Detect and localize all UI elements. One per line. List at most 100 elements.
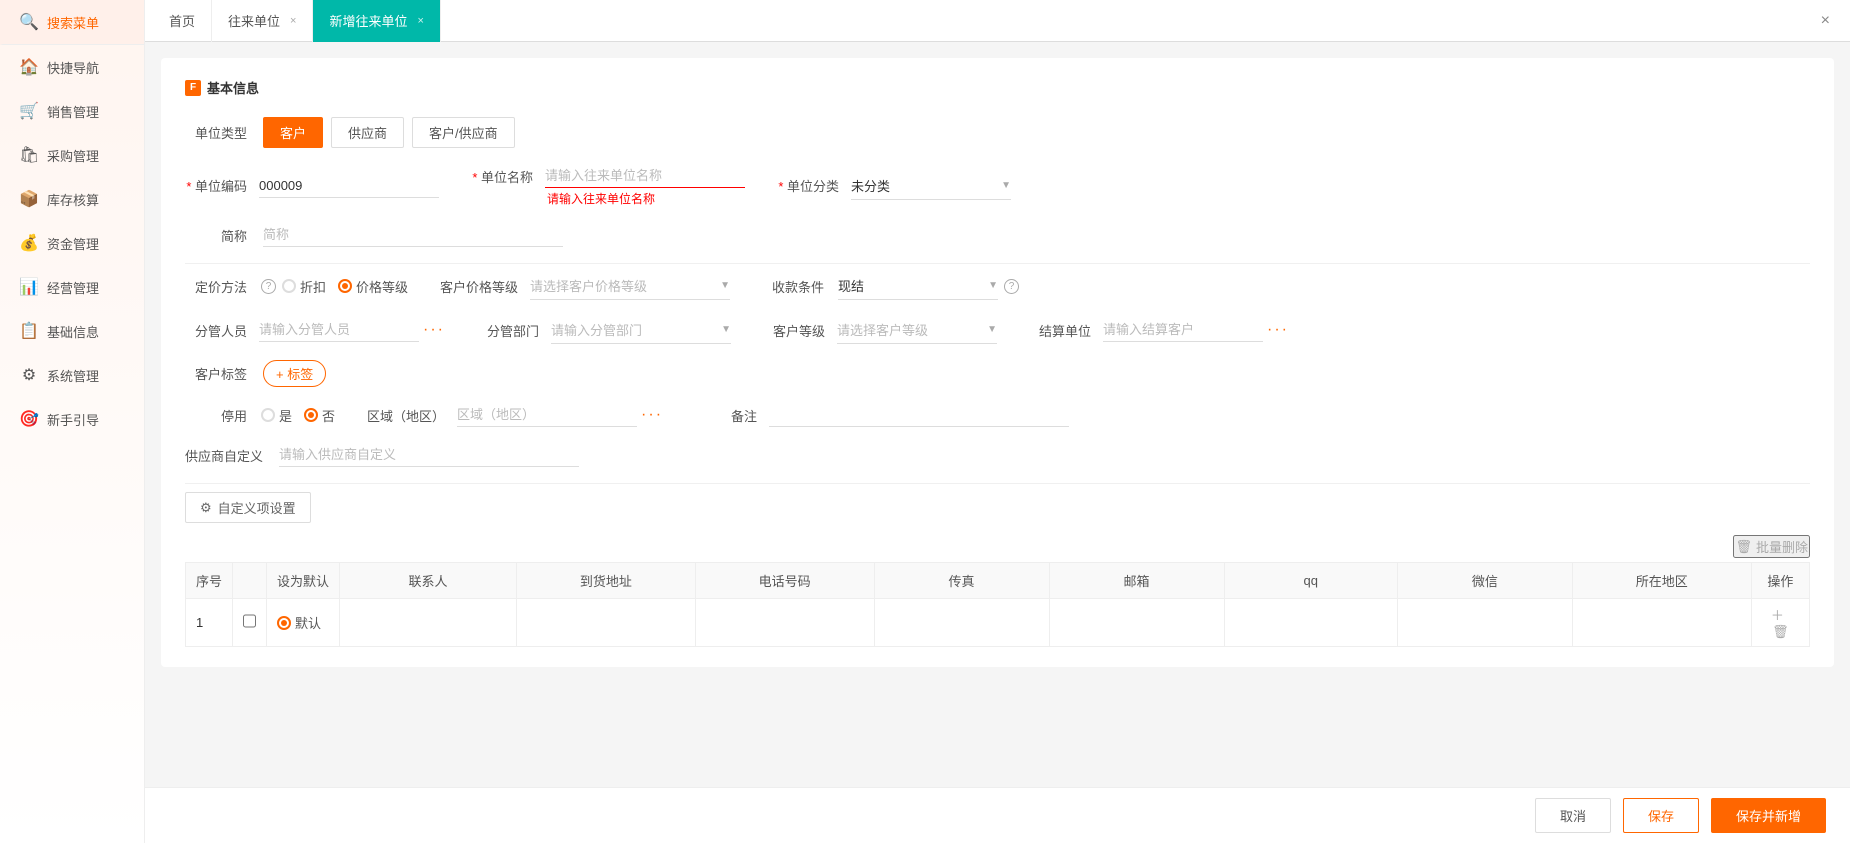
- save-button[interactable]: 保存: [1623, 798, 1699, 833]
- bulk-delete-icon: 🗑: [1735, 539, 1752, 555]
- sidebar: 🔍 搜索菜单 🏠 快捷导航 🛒 销售管理 🛍 采购管理 📦 库存核算 💰 资金管…: [0, 0, 145, 843]
- short-name-input[interactable]: [263, 223, 563, 247]
- customer-tag-row: 客户标签 + 标签: [185, 360, 1810, 387]
- sidebar-item-purchase[interactable]: 🛍 采购管理: [0, 133, 144, 177]
- sidebar-item-inventory[interactable]: 📦 库存核算: [0, 177, 144, 221]
- cell-region: [1572, 599, 1751, 647]
- col-phone: 电话号码: [695, 563, 874, 599]
- tab-home[interactable]: 首页: [153, 0, 212, 42]
- table-row: 1 默认: [186, 599, 1810, 647]
- pricing-price-level[interactable]: 价格等级: [338, 277, 408, 296]
- window-close-button[interactable]: ×: [1809, 12, 1842, 30]
- department-label: 分管部门: [477, 321, 547, 340]
- cell-default: 默认: [267, 599, 340, 647]
- payment-terms-help-icon[interactable]: ?: [1004, 279, 1019, 294]
- wechat-input[interactable]: [1408, 615, 1562, 630]
- tab-bar: 首页 往来单位 × 新增往来单位 × ×: [145, 0, 1850, 42]
- custom-settings-button[interactable]: ⚙ 自定义项设置: [185, 492, 311, 523]
- region-input[interactable]: [457, 403, 637, 427]
- col-fax: 传真: [874, 563, 1049, 599]
- sidebar-item-guide[interactable]: 🎯 新手引导: [0, 397, 144, 441]
- customer-level-placeholder: 请选择客户等级: [837, 320, 983, 339]
- address-input[interactable]: [527, 615, 685, 630]
- fax-input[interactable]: [885, 615, 1039, 630]
- supplier-custom-label: 供应商自定义: [185, 446, 271, 465]
- tab-new-partner[interactable]: 新增往来单位 ×: [313, 0, 440, 42]
- pricing-discount-radio[interactable]: [282, 279, 296, 293]
- tab-partners[interactable]: 往来单位 ×: [212, 0, 313, 42]
- tab-new-partner-close[interactable]: ×: [417, 15, 423, 27]
- manager-row: 分管人员 ··· 分管部门 请输入分管部门 ▼ 客户等级 请选择客户等级: [185, 316, 1810, 344]
- sidebar-item-system[interactable]: ⚙ 系统管理: [0, 353, 144, 397]
- sidebar-item-quicknav[interactable]: 🏠 快捷导航: [0, 45, 144, 89]
- disabled-no-radio[interactable]: [304, 408, 318, 422]
- department-select[interactable]: 请输入分管部门 ▼: [551, 316, 731, 344]
- section-title: F 基本信息: [185, 78, 1810, 97]
- short-name-row: 简称: [185, 223, 1810, 247]
- unit-name-input[interactable]: [545, 164, 745, 188]
- bulk-delete-label: 批量删除: [1756, 537, 1808, 556]
- email-input[interactable]: [1060, 615, 1214, 630]
- add-tag-button[interactable]: + 标签: [263, 360, 326, 387]
- manager-more[interactable]: ···: [423, 321, 445, 339]
- sidebar-item-finance[interactable]: 💰 资金管理: [0, 221, 144, 265]
- unit-code-input[interactable]: [259, 174, 439, 198]
- customer-price-level-label: 客户价格等级: [440, 277, 526, 296]
- phone-input[interactable]: [706, 615, 864, 630]
- add-row-icon[interactable]: ＋: [1771, 608, 1784, 623]
- delete-row-icon[interactable]: 🗑: [1772, 624, 1789, 639]
- tab-new-partner-label: 新增往来单位: [329, 11, 407, 30]
- manager-label: 分管人员: [185, 321, 255, 340]
- sidebar-item-search[interactable]: 🔍 搜索菜单: [0, 0, 144, 45]
- pricing-price-level-radio[interactable]: [338, 279, 352, 293]
- pricing-discount[interactable]: 折扣: [282, 277, 326, 296]
- basic-icon: 📋: [19, 321, 39, 341]
- pricing-price-level-label: 价格等级: [356, 277, 408, 296]
- unit-type-supplier[interactable]: 供应商: [331, 117, 404, 148]
- disabled-no[interactable]: 否: [304, 406, 335, 425]
- col-address: 到货地址: [516, 563, 695, 599]
- manager-input[interactable]: [259, 318, 419, 342]
- payment-terms-select[interactable]: 现结 ▼: [838, 272, 998, 300]
- remark-input[interactable]: [769, 403, 1069, 427]
- col-default: 设为默认: [267, 563, 340, 599]
- settlement-more[interactable]: ···: [1267, 321, 1289, 339]
- unit-type-customer[interactable]: 客户: [263, 117, 323, 148]
- contact-input[interactable]: [350, 615, 506, 630]
- form-card: F 基本信息 单位类型 客户 供应商 客户/供应商 单位编码: [161, 58, 1834, 667]
- settlement-input[interactable]: [1103, 318, 1263, 342]
- system-icon: ⚙: [19, 365, 39, 385]
- default-radio-item[interactable]: 默认: [277, 613, 329, 632]
- save-new-button[interactable]: 保存并新增: [1711, 798, 1826, 833]
- disabled-yes[interactable]: 是: [261, 406, 292, 425]
- tab-partners-close[interactable]: ×: [290, 15, 296, 27]
- region-more[interactable]: ···: [641, 406, 663, 424]
- disabled-radio-group: 是 否: [261, 406, 335, 425]
- bulk-delete-button[interactable]: 🗑 批量删除: [1733, 535, 1810, 558]
- department-group: 分管部门 请输入分管部门 ▼: [477, 316, 731, 344]
- cancel-button[interactable]: 取消: [1535, 798, 1611, 833]
- sidebar-label-finance: 资金管理: [47, 234, 99, 253]
- customer-level-label: 客户等级: [763, 321, 833, 340]
- sidebar-label-guide: 新手引导: [47, 410, 99, 429]
- row-checkbox[interactable]: [243, 613, 256, 629]
- customer-level-select[interactable]: 请选择客户等级 ▼: [837, 316, 997, 344]
- sidebar-item-basic[interactable]: 📋 基础信息: [0, 309, 144, 353]
- operations-icon: 📊: [19, 277, 39, 297]
- col-region: 所在地区: [1572, 563, 1751, 599]
- default-radio[interactable]: [277, 616, 291, 630]
- customer-price-level-select[interactable]: 请选择客户价格等级 ▼: [530, 272, 730, 300]
- unit-type-both[interactable]: 客户/供应商: [412, 117, 515, 148]
- disabled-yes-radio[interactable]: [261, 408, 275, 422]
- qq-input[interactable]: [1235, 615, 1387, 630]
- customer-tag-label: 客户标签: [185, 364, 255, 383]
- sidebar-label-quicknav: 快捷导航: [47, 58, 99, 77]
- region-table-input[interactable]: [1583, 615, 1741, 630]
- supplier-custom-input[interactable]: [279, 443, 579, 467]
- pricing-discount-label: 折扣: [300, 277, 326, 296]
- payment-terms-value: 现结: [838, 276, 984, 295]
- sidebar-item-sales[interactable]: 🛒 销售管理: [0, 89, 144, 133]
- sidebar-item-operations[interactable]: 📊 经营管理: [0, 265, 144, 309]
- unit-category-select[interactable]: 未分类 ▼: [851, 172, 1011, 200]
- pricing-help-icon[interactable]: ?: [261, 279, 276, 294]
